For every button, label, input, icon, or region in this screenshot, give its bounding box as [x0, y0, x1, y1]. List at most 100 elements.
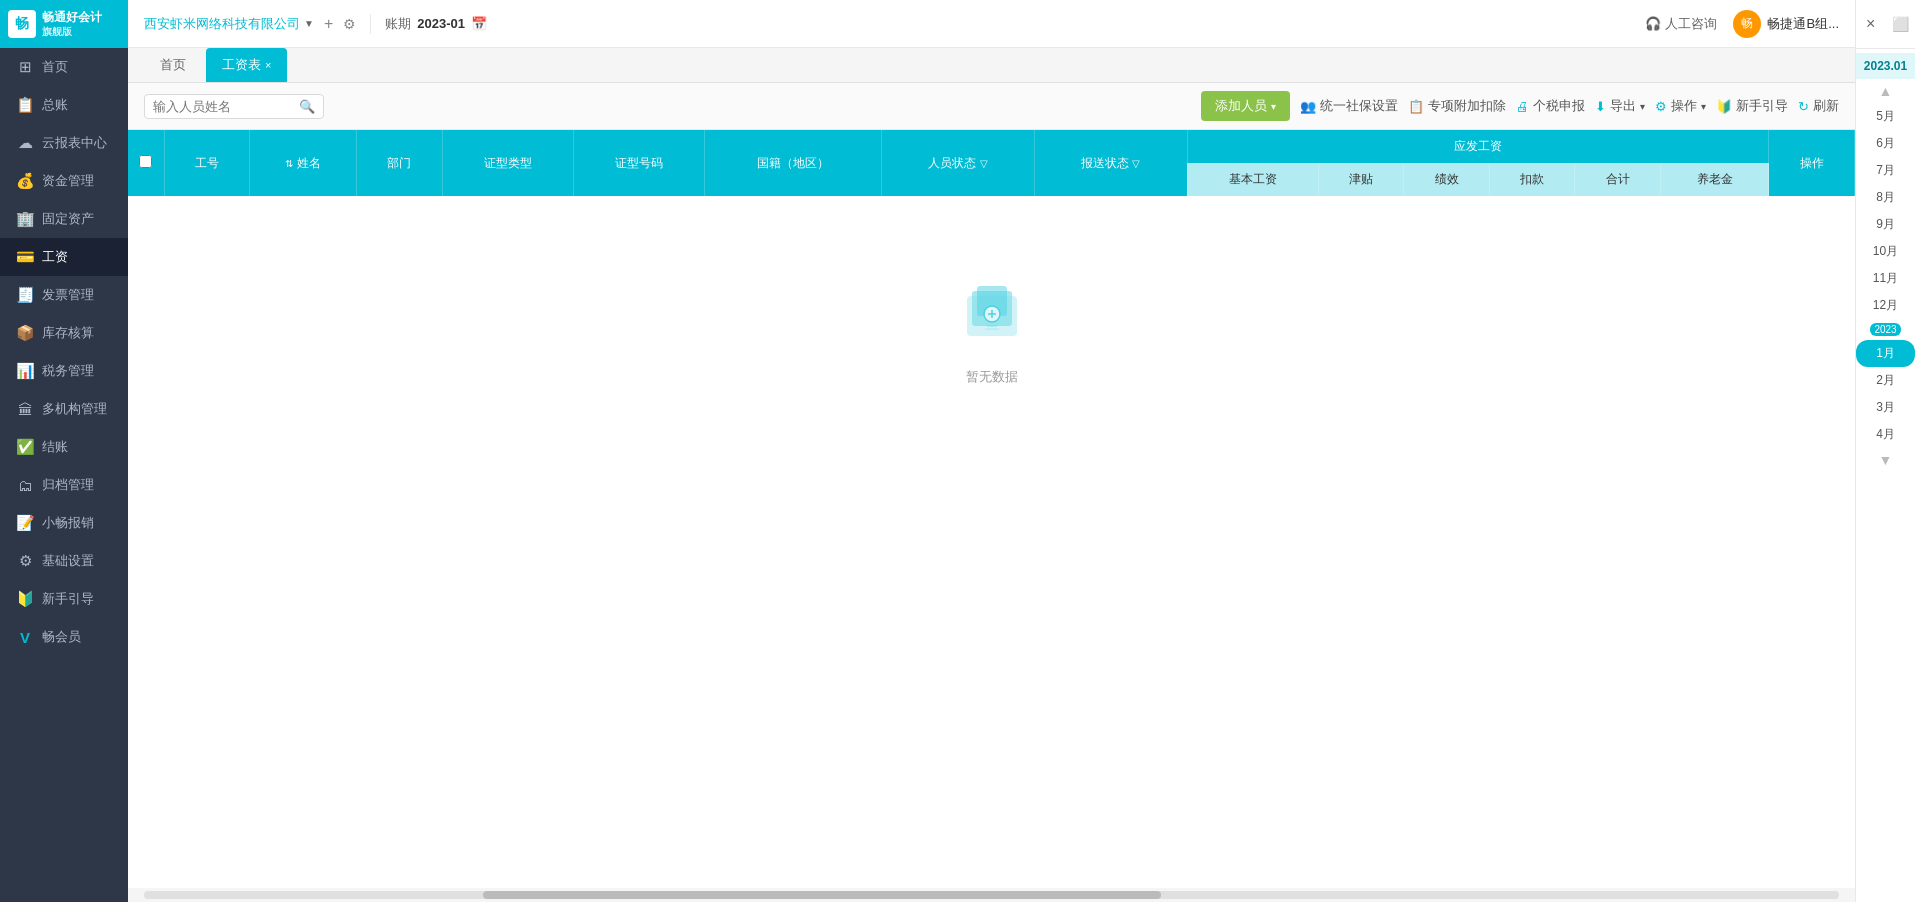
sidebar-item-archive[interactable]: 🗂 归档管理 — [0, 466, 128, 504]
service-button[interactable]: 🎧 人工咨询 — [1645, 15, 1717, 33]
username: 畅捷通B组... — [1767, 15, 1839, 33]
empty-icon — [952, 276, 1032, 356]
add-person-button[interactable]: 添加人员 ▾ — [1201, 91, 1290, 121]
month-5[interactable]: 5月 — [1856, 103, 1915, 130]
filter-icon2[interactable]: ▽ — [1132, 158, 1140, 169]
sidebar-item-invoice[interactable]: 🧾 发票管理 — [0, 276, 128, 314]
month-9[interactable]: 9月 — [1856, 211, 1915, 238]
sidebar-item-ledger[interactable]: 📋 总账 — [0, 86, 128, 124]
sidebar-item-settings[interactable]: ⚙ 基础设置 — [0, 542, 128, 580]
guide-button[interactable]: 🔰 新手引导 — [1716, 97, 1788, 115]
sidebar-item-label: 新手引导 — [42, 590, 94, 608]
sidebar-item-member[interactable]: V 畅会员 — [0, 618, 128, 656]
divider — [370, 14, 371, 34]
cloud-icon: ☁ — [16, 134, 34, 152]
th-action: 操作 — [1769, 130, 1855, 196]
sidebar-item-guide[interactable]: 🔰 新手引导 — [0, 580, 128, 618]
social-security-button[interactable]: 👥 统一社保设置 — [1300, 97, 1398, 115]
salary-icon: 💳 — [16, 248, 34, 266]
topbar: 西安虾米网络科技有限公司 ▼ + ⚙ 账期 2023-01 📅 🎧 人工咨询 畅… — [128, 0, 1855, 48]
right-panel: × ⬜ 2023.01 ▲ 5月 6月 7月 8月 9月 10月 11月 12月… — [1855, 0, 1915, 902]
th-total: 合计 — [1575, 163, 1661, 196]
month-10[interactable]: 10月 — [1856, 238, 1915, 265]
scrollbar-area[interactable] — [128, 888, 1855, 902]
month-11[interactable]: 11月 — [1856, 265, 1915, 292]
search-box[interactable]: 🔍 — [144, 94, 324, 119]
tab-salary-label: 工资表 — [222, 56, 261, 74]
sidebar-item-multi-org[interactable]: 🏛 多机构管理 — [0, 390, 128, 428]
month-12[interactable]: 12月 — [1856, 292, 1915, 319]
close-button[interactable]: × — [1856, 0, 1886, 48]
month-1-current[interactable]: 1月 — [1856, 340, 1915, 367]
toolbar-right: 添加人员 ▾ 👥 统一社保设置 📋 专项附加扣除 🖨 个税申报 ⬇ 导 — [1201, 91, 1839, 121]
th-pension: 养老金 — [1660, 163, 1768, 196]
tab-salary[interactable]: 工资表 × — [206, 48, 287, 82]
add-company-button[interactable]: + — [324, 15, 333, 33]
th-performance: 绩效 — [1404, 163, 1490, 196]
archive-icon: 🗂 — [16, 477, 34, 494]
sidebar-item-label: 发票管理 — [42, 286, 94, 304]
tab-close-button[interactable]: × — [265, 59, 271, 71]
action-label: 导出 — [1610, 97, 1636, 115]
sidebar-item-label: 小畅报销 — [42, 514, 94, 532]
guide-icon: 🔰 — [1716, 99, 1732, 114]
table-container: 工号 ⇅ 姓名 部门 证型类型 证型号码 — [128, 130, 1855, 888]
search-input[interactable] — [153, 99, 293, 114]
sidebar-item-label: 归档管理 — [42, 476, 94, 494]
sidebar-item-inventory[interactable]: 📦 库存核算 — [0, 314, 128, 352]
user-menu[interactable]: 畅 畅捷通B组... — [1733, 10, 1839, 38]
sidebar-item-label: 结账 — [42, 438, 68, 456]
select-all-checkbox[interactable] — [139, 155, 152, 168]
checkout-icon: ✅ — [16, 438, 34, 456]
sidebar-item-tax[interactable]: 📊 税务管理 — [0, 352, 128, 390]
refresh-button[interactable]: ↻ 刷新 — [1798, 97, 1839, 115]
service-label: 人工咨询 — [1665, 15, 1717, 33]
sidebar-item-label: 固定资产 — [42, 210, 94, 228]
sort-icon: ⇅ — [285, 158, 293, 169]
guide-icon: 🔰 — [16, 590, 34, 608]
app-logo: 畅 畅通好会计 旗舰版 — [0, 0, 128, 48]
operation-button[interactable]: ⚙ 操作 ▾ — [1655, 97, 1706, 115]
filter-icon[interactable]: ▽ — [980, 158, 988, 169]
period-label: 账期 — [385, 15, 411, 33]
sidebar-item-fixed-assets[interactable]: 🏢 固定资产 — [0, 200, 128, 238]
sidebar-item-checkout[interactable]: ✅ 结账 — [0, 428, 128, 466]
sidebar-item-fund[interactable]: 💰 资金管理 — [0, 162, 128, 200]
maximize-button[interactable]: ⬜ — [1886, 0, 1916, 48]
action-label: 个税申报 — [1533, 97, 1585, 115]
checkbox-header[interactable] — [128, 130, 164, 196]
action-label: 新手引导 — [1736, 97, 1788, 115]
sidebar-item-home[interactable]: ⊞ 首页 — [0, 48, 128, 86]
sidebar-item-label: 多机构管理 — [42, 400, 107, 418]
salary-table: 工号 ⇅ 姓名 部门 证型类型 证型号码 — [128, 130, 1855, 196]
special-deduction-button[interactable]: 📋 专项附加扣除 — [1408, 97, 1506, 115]
company-settings-icon[interactable]: ⚙ — [343, 16, 356, 32]
dropdown-icon: ▼ — [304, 18, 314, 29]
scrollbar-thumb[interactable] — [483, 891, 1161, 899]
scroll-down-button[interactable]: ▼ — [1856, 448, 1915, 472]
month-6[interactable]: 6月 — [1856, 130, 1915, 157]
action-label: 统一社保设置 — [1320, 97, 1398, 115]
tab-home[interactable]: 首页 — [144, 48, 202, 82]
tax-report-button[interactable]: 🖨 个税申报 — [1516, 97, 1585, 115]
settings-icon: ⚙ — [16, 552, 34, 570]
export-dropdown-icon: ▾ — [1640, 101, 1645, 112]
sidebar-item-expense[interactable]: 📝 小畅报销 — [0, 504, 128, 542]
sidebar-item-cloud-report[interactable]: ☁ 云报表中心 — [0, 124, 128, 162]
company-selector[interactable]: 西安虾米网络科技有限公司 ▼ — [144, 15, 314, 33]
month-2[interactable]: 2月 — [1856, 367, 1915, 394]
month-8[interactable]: 8月 — [1856, 184, 1915, 211]
sidebar-item-label: 税务管理 — [42, 362, 94, 380]
th-cert-number: 证型号码 — [573, 130, 704, 196]
headset-icon: 🎧 — [1645, 16, 1661, 31]
scroll-up-button[interactable]: ▲ — [1856, 79, 1915, 103]
month-3[interactable]: 3月 — [1856, 394, 1915, 421]
calendar-icon[interactable]: 📅 — [471, 16, 487, 31]
action-label: 操作 — [1671, 97, 1697, 115]
month-7[interactable]: 7月 — [1856, 157, 1915, 184]
action-label: 刷新 — [1813, 97, 1839, 115]
sidebar-item-salary[interactable]: 💳 工资 — [0, 238, 128, 276]
month-4[interactable]: 4月 — [1856, 421, 1915, 448]
ledger-icon: 📋 — [16, 96, 34, 114]
export-button[interactable]: ⬇ 导出 ▾ — [1595, 97, 1645, 115]
